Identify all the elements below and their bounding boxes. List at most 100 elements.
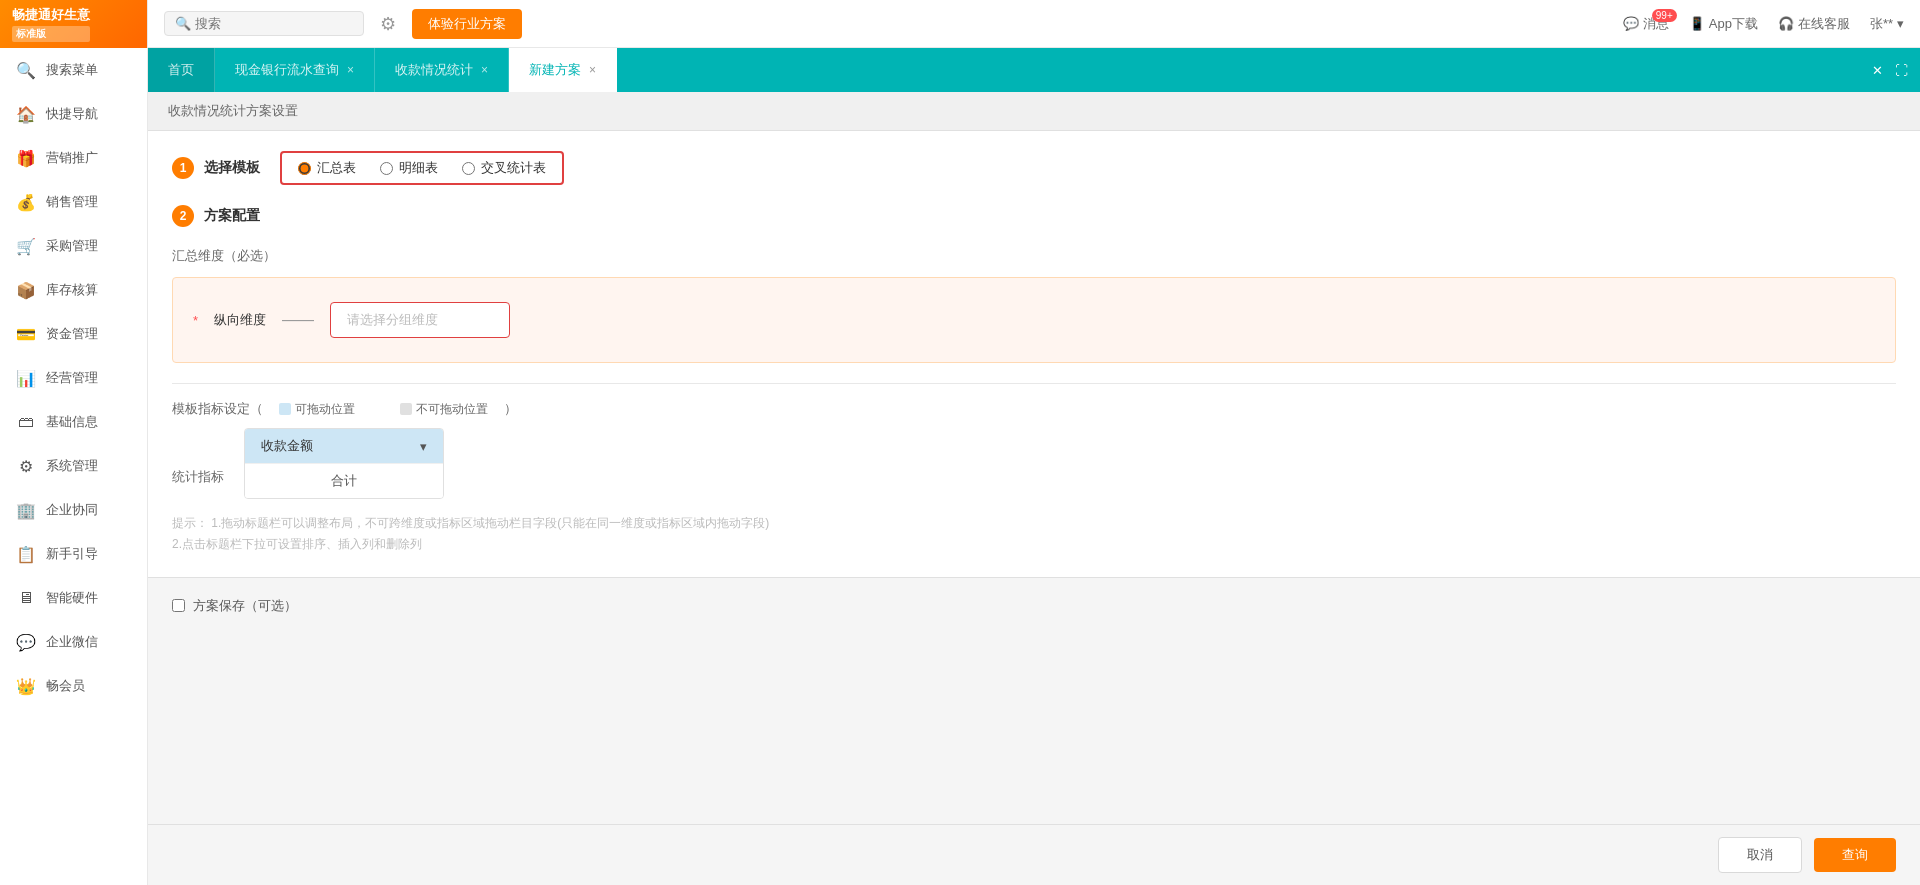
sidebar-item-wechat[interactable]: 💬 企业微信 (0, 620, 147, 664)
tab-bank-flow[interactable]: 现金银行流水查询× (215, 48, 375, 92)
save-checkbox[interactable] (172, 599, 185, 612)
finance-icon: 💳 (16, 324, 36, 344)
gear-icon[interactable]: ⚙ (380, 13, 396, 35)
sidebar-logo: 畅捷通好生意 标准版 (0, 0, 147, 48)
search-box[interactable]: 🔍 (164, 11, 364, 36)
download-label: App下载 (1709, 15, 1758, 33)
logo-text: 畅捷通好生意 (12, 6, 90, 24)
arrow-icon: —— (282, 311, 314, 329)
metrics-table-layout: 统计指标 收款金额 ▾ 合计 (172, 428, 1896, 499)
subtotal-label: 合计 (331, 473, 357, 488)
tip-2: 2.点击标题栏下拉可设置排序、插入列和删除列 (172, 536, 1896, 553)
sidebar-label-purchase: 采购管理 (46, 237, 98, 255)
column-chevron-icon[interactable]: ▾ (420, 439, 427, 454)
download-item[interactable]: 📱 App下载 (1689, 15, 1758, 33)
sidebar-item-basics[interactable]: 🗃 基础信息 (0, 400, 147, 444)
sidebar-item-purchase[interactable]: 🛒 采购管理 (0, 224, 147, 268)
nodrag-indicator (400, 403, 412, 415)
tab-label-home: 首页 (168, 61, 194, 79)
cancel-button[interactable]: 取消 (1718, 837, 1802, 873)
notification-item[interactable]: 💬 消息 99+ (1623, 15, 1669, 33)
sidebar-item-enterprise[interactable]: 🏢 企业协同 (0, 488, 147, 532)
dimension-row: * 纵向维度 —— 请选择分组维度 (193, 302, 1875, 338)
service-item[interactable]: 🎧 在线客服 (1778, 15, 1850, 33)
sidebar-item-marketing[interactable]: 🎁 营销推广 (0, 136, 147, 180)
promo-button[interactable]: 体验行业方案 (412, 9, 522, 39)
column-header-text: 收款金额 (261, 437, 313, 455)
radio-summary[interactable]: 汇总表 (298, 159, 356, 177)
wechat-icon: 💬 (16, 632, 36, 652)
sidebar-item-search-menu[interactable]: 🔍 搜索菜单 (0, 48, 147, 92)
dimension-title: 汇总维度（必选） (172, 247, 1896, 265)
radio-detail-label: 明细表 (399, 159, 438, 177)
save-row[interactable]: 方案保存（可选） (172, 597, 297, 615)
metrics-label: 模板指标设定（ (172, 400, 263, 418)
step2-row: 2 方案配置 (172, 205, 1896, 227)
radio-detail[interactable]: 明细表 (380, 159, 438, 177)
step2-badge: 2 (172, 205, 194, 227)
step1-badge: 1 (172, 157, 194, 179)
topbar-right: 💬 消息 99+ 📱 App下载 🎧 在线客服 张** ▾ (1623, 15, 1904, 33)
sidebar-label-system: 系统管理 (46, 457, 98, 475)
sidebar-label-basics: 基础信息 (46, 413, 98, 431)
sales-icon: 💰 (16, 192, 36, 212)
tab-home[interactable]: 首页 (148, 48, 215, 92)
sidebar-label-operations: 经营管理 (46, 369, 98, 387)
sidebar-label-enterprise: 企业协同 (46, 501, 98, 519)
sidebar-item-finance[interactable]: 💳 资金管理 (0, 312, 147, 356)
tab-close-new-plan[interactable]: × (589, 63, 596, 77)
sidebar: 畅捷通好生意 标准版 🔍 搜索菜单 🏠 快捷导航 🎁 营销推广 💰 销售管理 🛒… (0, 0, 148, 885)
tab-close-bank-flow[interactable]: × (347, 63, 354, 77)
user-item[interactable]: 张** ▾ (1870, 15, 1904, 33)
maximize-window-icon[interactable]: ⛶ (1895, 63, 1908, 78)
metrics-subtotal-row: 合计 (245, 463, 443, 498)
tab-collection-stats[interactable]: 收款情况统计 × (375, 48, 509, 92)
drag-indicator (279, 403, 291, 415)
page-content: 收款情况统计方案设置 1 选择模板 汇总表 明细表 (148, 92, 1920, 885)
sidebar-label-marketing: 营销推广 (46, 149, 98, 167)
tip-1: 提示： 1.拖动标题栏可以调整布局，不可跨维度或指标区域拖动栏目字段(只能在同一… (172, 515, 1896, 532)
sidebar-item-smart-hw[interactable]: 🖥 智能硬件 (0, 576, 147, 620)
tab-label-collection-stats: 收款情况统计 (395, 61, 473, 79)
topbar: 🔍 ⚙ 体验行业方案 💬 消息 99+ 📱 App下载 🎧 在线客服 张** ▾ (148, 0, 1920, 48)
membership-icon: 👑 (16, 676, 36, 696)
template-radio-group: 汇总表 明细表 交叉统计表 (280, 151, 564, 185)
sidebar-label-membership: 畅会员 (46, 677, 85, 695)
sidebar-item-inventory[interactable]: 📦 库存核算 (0, 268, 147, 312)
smart-hw-icon: 🖥 (16, 588, 36, 608)
draggable-label: 可拖动位置 (295, 401, 355, 418)
sidebar-label-inventory: 库存核算 (46, 281, 98, 299)
tab-close-collection-stats[interactable]: × (481, 63, 488, 77)
dimension-select[interactable]: 请选择分组维度 (330, 302, 510, 338)
nodrag-badge: 不可拖动位置 (400, 401, 488, 418)
step2-label: 方案配置 (204, 207, 260, 225)
headset-icon: 🎧 (1778, 16, 1794, 31)
sidebar-label-sales: 销售管理 (46, 193, 98, 211)
sidebar-item-quick-nav[interactable]: 🏠 快捷导航 (0, 92, 147, 136)
sidebar-label-newbie: 新手引导 (46, 545, 98, 563)
sidebar-label-wechat: 企业微信 (46, 633, 98, 651)
sidebar-nav: 🔍 搜索菜单 🏠 快捷导航 🎁 营销推广 💰 销售管理 🛒 采购管理 📦 库存核… (0, 48, 147, 885)
close-window-icon[interactable]: ✕ (1872, 63, 1883, 78)
sidebar-item-operations[interactable]: 📊 经营管理 (0, 356, 147, 400)
sidebar-item-sales[interactable]: 💰 销售管理 (0, 180, 147, 224)
user-name: 张** (1870, 15, 1893, 33)
metrics-column-header: 收款金额 ▾ (245, 429, 443, 463)
sidebar-item-membership[interactable]: 👑 畅会员 (0, 664, 147, 708)
newbie-icon: 📋 (16, 544, 36, 564)
content-area: 收款情况统计方案设置 1 选择模板 汇总表 明细表 (148, 92, 1920, 885)
sidebar-item-newbie[interactable]: 📋 新手引导 (0, 532, 147, 576)
query-button[interactable]: 查询 (1814, 838, 1896, 872)
nodrag-label: 不可拖动位置 (416, 401, 488, 418)
tips-section: 提示： 1.拖动标题栏可以调整布局，不可跨维度或指标区域拖动栏目字段(只能在同一… (172, 515, 1896, 553)
notification-badge: 99+ (1652, 9, 1677, 22)
footer-actions: 取消 查询 (148, 824, 1920, 885)
paren-close: ） (504, 400, 517, 418)
dimension-placeholder: 请选择分组维度 (347, 312, 438, 327)
step1-label: 选择模板 (204, 159, 260, 177)
search-input[interactable] (195, 16, 335, 31)
radio-cross[interactable]: 交叉统计表 (462, 159, 546, 177)
tab-new-plan[interactable]: 新建方案× (509, 48, 617, 92)
marketing-icon: 🎁 (16, 148, 36, 168)
sidebar-item-system[interactable]: ⚙ 系统管理 (0, 444, 147, 488)
